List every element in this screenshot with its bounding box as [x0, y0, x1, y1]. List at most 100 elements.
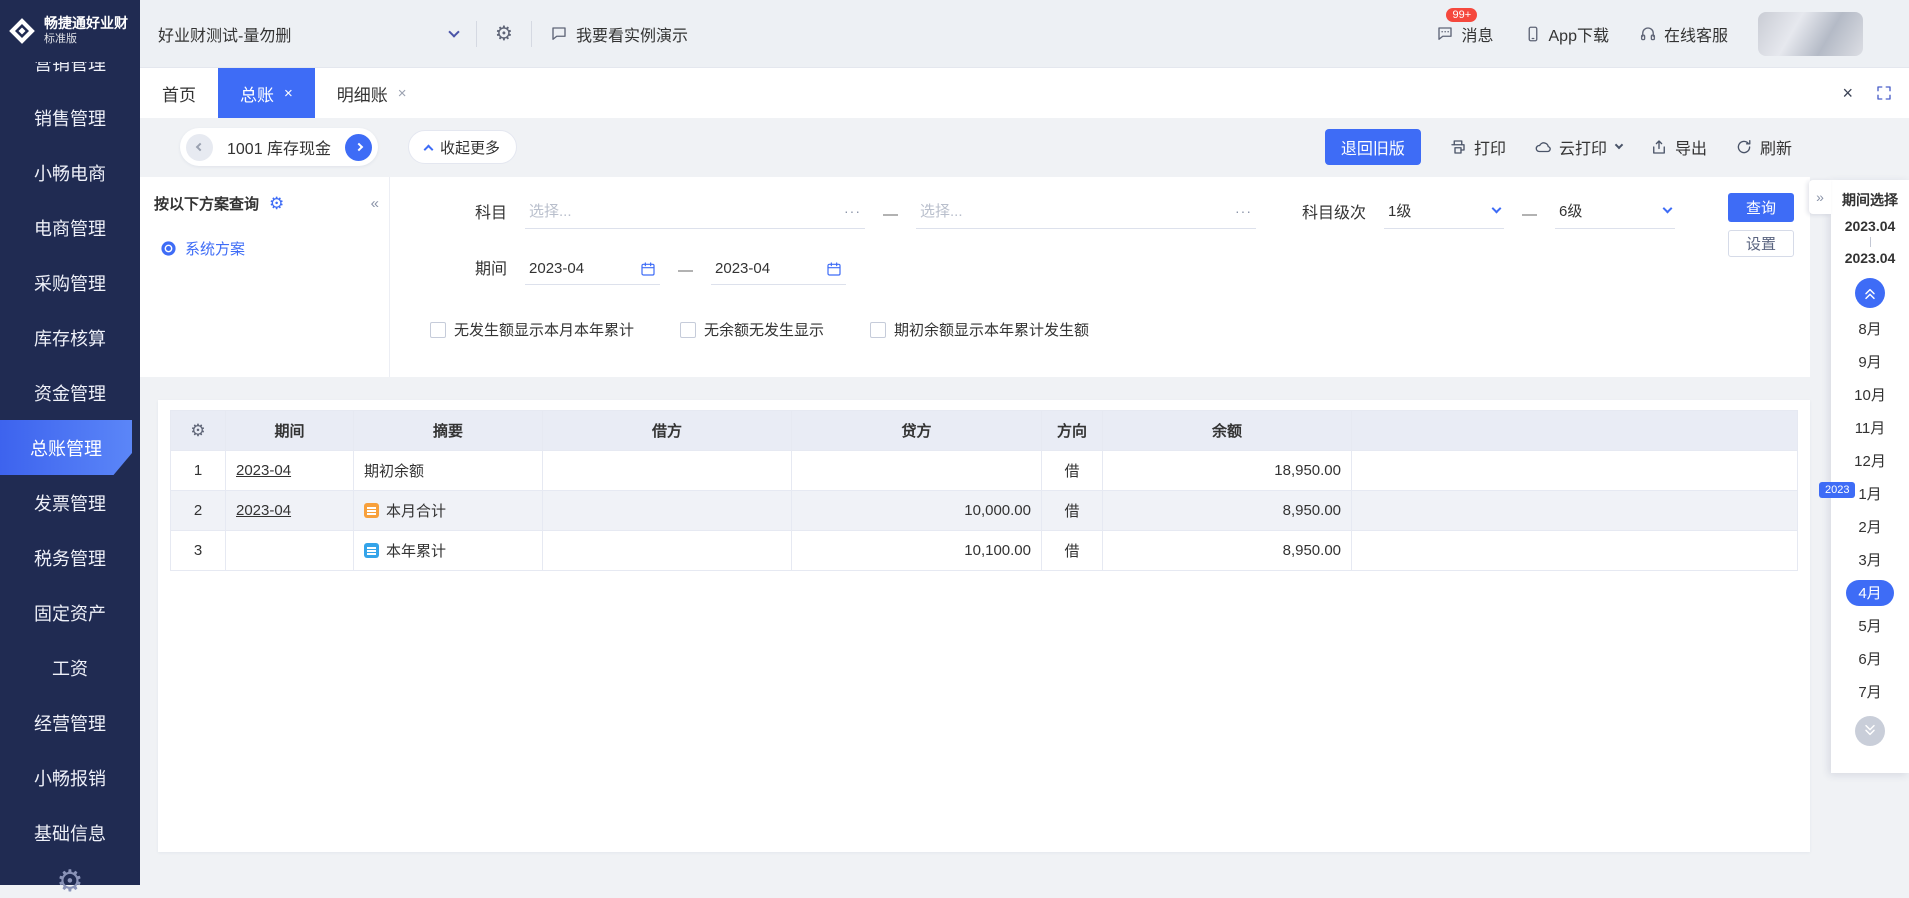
sidebar-item-label: 资金管理 — [34, 383, 106, 404]
subject-select-to[interactable]: 选择... ··· — [916, 200, 1257, 229]
checkbox-no-activity[interactable]: 无发生额显示本月本年累计 — [430, 319, 634, 340]
month-item-dec[interactable]: 12月 — [1831, 444, 1909, 477]
balance-cell: 8,950.00 — [1102, 530, 1352, 571]
fullscreen-icon[interactable] — [1875, 84, 1893, 102]
month-item-nov[interactable]: 11月 — [1831, 411, 1909, 444]
month-label: 6月 — [1858, 651, 1882, 668]
sidebar-item-fixed-assets[interactable]: 固定资产 — [0, 585, 140, 640]
collapse-more-button[interactable]: 收起更多 — [408, 130, 518, 164]
sidebar-settings-gear-icon[interactable]: ⚙ — [57, 867, 84, 897]
sidebar-item-operations[interactable]: 经营管理 — [0, 695, 140, 750]
refresh-button[interactable]: 刷新 — [1735, 135, 1792, 159]
scheme-icon — [161, 241, 176, 256]
company-name: 好业财测试-量勿删 — [158, 27, 292, 45]
period-to-field[interactable]: 2023-04 — [711, 260, 847, 285]
scroll-months-up-button[interactable] — [1855, 278, 1885, 308]
sidebar-item-purchase[interactable]: 采购管理 — [0, 255, 140, 310]
tab-general-ledger[interactable]: 总账 × — [218, 68, 315, 118]
sidebar-item-payroll[interactable]: 工资 — [0, 640, 140, 695]
scroll-months-down-button[interactable] — [1855, 716, 1885, 746]
sidebar-item-expense[interactable]: 小畅报销 — [0, 750, 140, 805]
ellipsis-icon[interactable]: ··· — [844, 203, 861, 219]
month-label: 7月 — [1858, 684, 1882, 701]
tab-close-icon[interactable]: × — [284, 86, 293, 101]
month-item-jul[interactable]: 7月 — [1831, 675, 1909, 708]
level-from-select[interactable]: 1级 — [1384, 200, 1505, 229]
direction-cell: 借 — [1041, 490, 1103, 531]
query-panel-gear-icon[interactable]: ⚙ — [269, 195, 284, 212]
checkbox-opening-balance[interactable]: 期初余额显示本年累计发生额 — [870, 319, 1089, 340]
month-item-sep[interactable]: 9月 — [1831, 345, 1909, 378]
account-chip[interactable]: 1001 库存现金 — [180, 128, 379, 166]
print-button[interactable]: 打印 — [1449, 135, 1506, 159]
sidebar-item-label: 电商管理 — [34, 218, 106, 239]
tab-home[interactable]: 首页 — [140, 68, 218, 118]
query-scheme-panel: 按以下方案查询 ⚙ « 系统方案 — [140, 177, 390, 377]
tab-detail-ledger[interactable]: 明细账 × — [315, 68, 429, 118]
sidebar-item-sales[interactable]: 销售管理 — [0, 90, 140, 145]
column-settings-gear-icon[interactable]: ⚙ — [190, 421, 205, 440]
range-dash: — — [883, 206, 899, 223]
header-empty — [1351, 410, 1798, 451]
month-label: 5月 — [1858, 618, 1882, 635]
settings-button[interactable]: 设置 — [1728, 230, 1794, 257]
checkbox-icon — [870, 321, 887, 338]
back-to-old-version-button[interactable]: 退回旧版 — [1324, 129, 1421, 165]
month-list: 8月 9月 10月 11月 12月 1月 2月 3月 4月 5月 6月 7月 — [1831, 312, 1909, 708]
demo-link[interactable]: 我要看实例演示 — [550, 22, 688, 46]
user-avatar[interactable] — [1758, 11, 1863, 56]
sidebar-item-basic-info[interactable]: 基础信息 — [0, 805, 140, 860]
period-link[interactable]: 2023-04 — [236, 502, 291, 519]
debit-cell — [542, 450, 792, 491]
period-link[interactable]: 2023-04 — [236, 462, 291, 479]
messages-button[interactable]: 99+ 消息 — [1436, 7, 1494, 46]
month-item-mar[interactable]: 3月 — [1831, 543, 1909, 576]
account-prev-button[interactable] — [186, 133, 213, 161]
period-to-value: 2023-04 — [715, 260, 771, 277]
sidebar-item-ecommerce[interactable]: 电商管理 — [0, 200, 140, 255]
month-label: 11月 — [1854, 420, 1886, 437]
month-item-may[interactable]: 5月 — [1831, 609, 1909, 642]
month-item-jun[interactable]: 6月 — [1831, 642, 1909, 675]
topbar-gear-icon[interactable]: ⚙ — [495, 24, 513, 44]
system-scheme-item[interactable]: 系统方案 — [154, 238, 379, 259]
message-icon — [1438, 26, 1453, 40]
online-support-label: 在线客服 — [1663, 27, 1728, 45]
account-next-button[interactable] — [345, 133, 373, 161]
sidebar-item-general-ledger[interactable]: 总账管理 — [0, 420, 132, 475]
sidebar-item-funds[interactable]: 资金管理 — [0, 365, 140, 420]
search-button[interactable]: 查询 — [1728, 193, 1794, 222]
direction-cell: 借 — [1041, 450, 1103, 491]
month-item-oct[interactable]: 10月 — [1831, 378, 1909, 411]
sidebar-item-label: 基础信息 — [34, 823, 106, 844]
empty-cell — [1351, 530, 1798, 571]
month-item-feb[interactable]: 2月 — [1831, 510, 1909, 543]
period-panel-expander[interactable]: » — [1809, 180, 1831, 214]
close-all-icon[interactable]: × — [1842, 84, 1853, 102]
period-from-field[interactable]: 2023-04 — [525, 260, 661, 285]
sidebar-item-xiaochang-ecommerce[interactable]: 小畅电商 — [0, 145, 140, 200]
app-download-button[interactable]: App下载 — [1524, 22, 1609, 46]
sidebar-item-tax[interactable]: 税务管理 — [0, 530, 140, 585]
logo-diamond-icon — [9, 18, 35, 44]
ellipsis-icon[interactable]: ··· — [1235, 203, 1252, 219]
company-selector[interactable]: 好业财测试-量勿删 — [158, 22, 460, 46]
online-support-button[interactable]: 在线客服 — [1639, 22, 1728, 46]
month-label: 10月 — [1854, 387, 1886, 404]
checkbox-no-balance[interactable]: 无余额无发生显示 — [680, 319, 824, 340]
app-edition: 标准版 — [44, 32, 77, 45]
level-to-select[interactable]: 6级 — [1555, 200, 1676, 229]
export-button[interactable]: 导出 — [1650, 135, 1707, 159]
header-summary: 摘要 — [353, 410, 543, 451]
debit-cell — [542, 490, 792, 531]
cloud-print-button[interactable]: 云打印 — [1534, 135, 1624, 159]
month-item-aug[interactable]: 8月 — [1831, 312, 1909, 345]
sidebar-item-invoice[interactable]: 发票管理 — [0, 475, 140, 530]
divider — [476, 20, 477, 47]
panel-collapse-icon[interactable]: « — [371, 195, 379, 212]
subject-select-from[interactable]: 选择... ··· — [525, 200, 866, 229]
tab-close-icon[interactable]: × — [398, 86, 407, 101]
sidebar-item-inventory[interactable]: 库存核算 — [0, 310, 140, 365]
sidebar-item-label: 工资 — [52, 658, 88, 679]
month-item-apr-selected[interactable]: 4月 — [1831, 576, 1909, 609]
